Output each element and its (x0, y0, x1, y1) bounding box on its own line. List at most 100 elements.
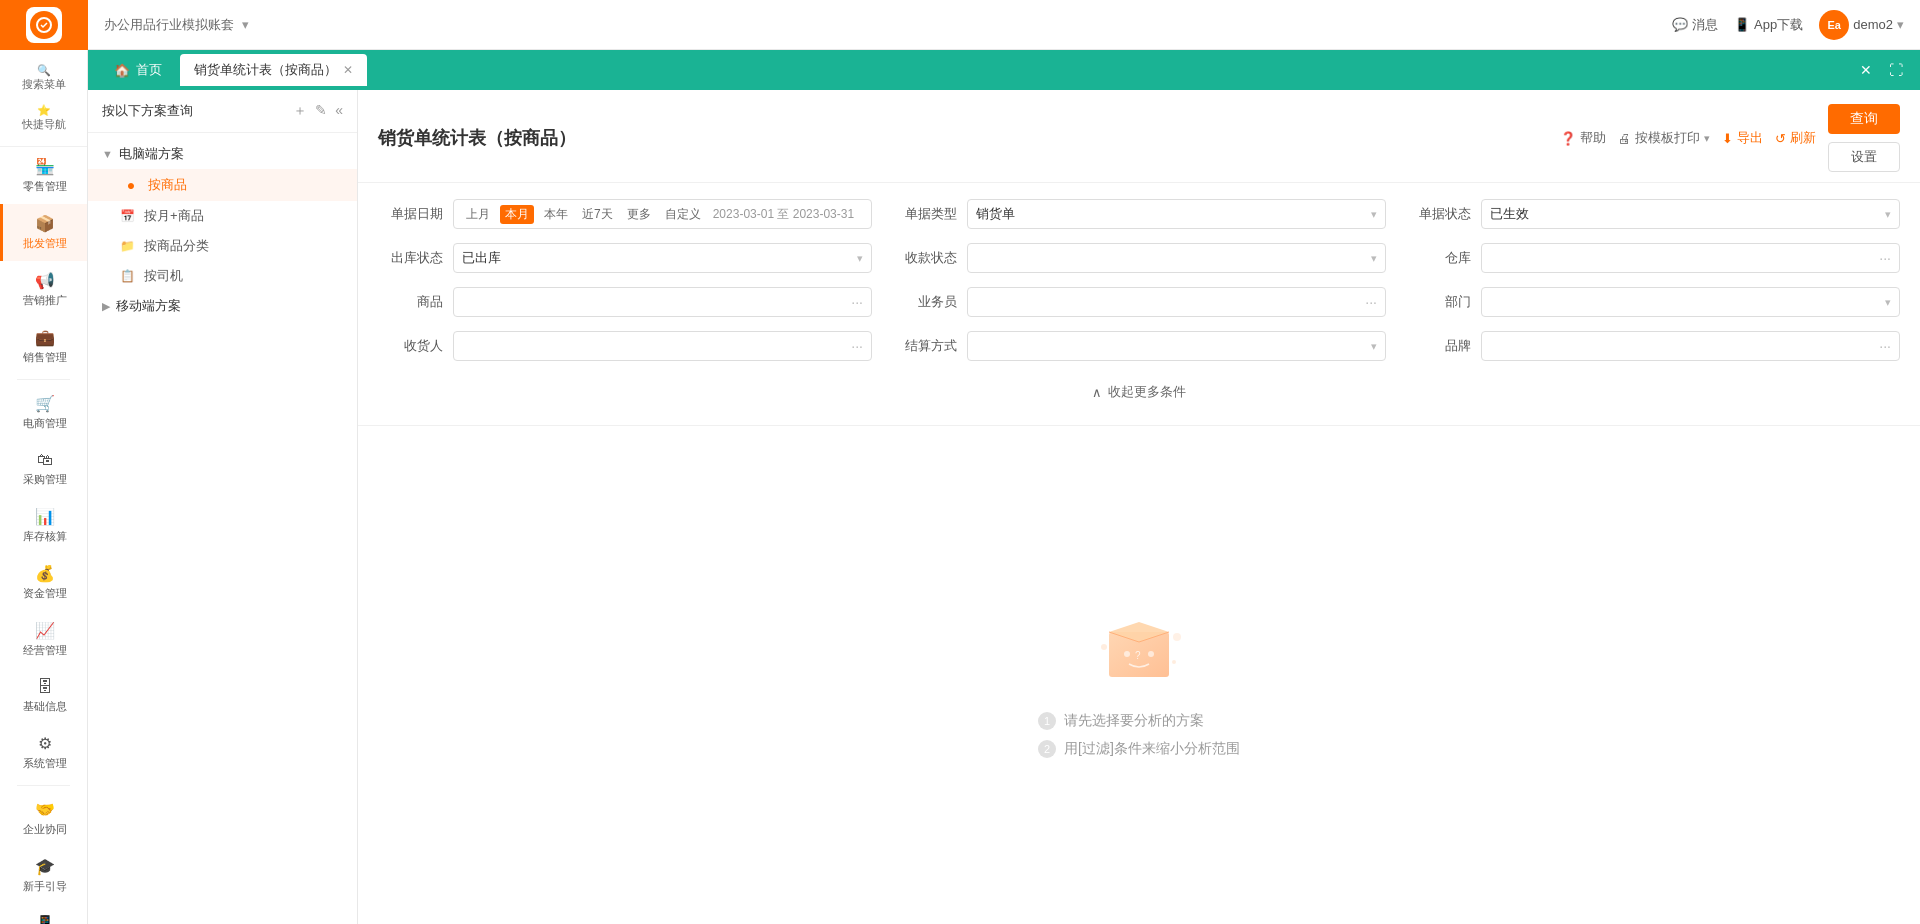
tab-close-all-btn[interactable]: ✕ (1854, 58, 1878, 82)
sidebar-item-finance[interactable]: 💰 资金管理 (0, 554, 87, 611)
filter-item-department: 部门 ▾ (1406, 287, 1900, 317)
date-tab-custom[interactable]: 自定义 (661, 205, 705, 224)
sidebar-item-inventory[interactable]: 📊 库存核算 (0, 497, 87, 554)
enterprise-label: 企业协同 (23, 822, 67, 837)
tree-item-by-month-goods[interactable]: 📅 按月+商品 (88, 201, 357, 231)
by-goods-cat-icon: 📁 (118, 239, 136, 253)
sidebar-item-ecom[interactable]: 🛒 电商管理 (0, 384, 87, 441)
desktop-scheme-group: ▼ 电脑端方案 ● 按商品 📅 按月+商品 📁 按商品分类 (88, 139, 357, 291)
delivery-value: 已出库 (462, 249, 857, 267)
tab-home[interactable]: 🏠 首页 (100, 54, 176, 86)
add-scheme-btn[interactable]: ＋ (293, 102, 307, 120)
svg-point-5 (1124, 651, 1130, 657)
collapse-chevron-icon: ∧ (1092, 385, 1102, 400)
purchase-icon: 🛍 (37, 451, 53, 469)
warehouse-dots-icon[interactable]: ··· (1879, 250, 1891, 266)
delivery-arrow-icon: ▾ (857, 252, 863, 265)
marketing-icon: 📢 (35, 271, 55, 290)
goods-control[interactable]: ··· (453, 287, 872, 317)
salesperson-control[interactable]: ··· (967, 287, 1386, 317)
sidebar-item-retail[interactable]: 🏪 零售管理 (0, 147, 87, 204)
tab-close-btn[interactable]: ✕ (343, 63, 353, 77)
brand-dots-icon[interactable]: ··· (1879, 338, 1891, 354)
sidebar: 🔍 搜索菜单 ⭐ 快捷导航 🏪 零售管理 📦 批发管理 📢 营销推广 💼 销售管… (0, 0, 88, 924)
sidebar-item-purchase[interactable]: 🛍 采购管理 (0, 441, 87, 497)
tree-item-by-goods-cat[interactable]: 📁 按商品分类 (88, 231, 357, 261)
sidebar-item-marketing[interactable]: 📢 营销推广 (0, 261, 87, 318)
print-label: 按模板打印 (1635, 129, 1700, 147)
collapse-panel-btn[interactable]: « (335, 102, 343, 120)
settlement-control[interactable]: ▾ (967, 331, 1386, 361)
export-btn[interactable]: ⬇ 导出 (1722, 129, 1763, 147)
goods-dots-icon[interactable]: ··· (851, 294, 863, 310)
star-icon: ⭐ (37, 104, 51, 117)
doctype-value: 销货单 (976, 205, 1371, 223)
delivery-label: 出库状态 (378, 249, 443, 267)
date-filter-control[interactable]: 上月 本月 本年 近7天 更多 自定义 2023-03-01 至 2023-03… (453, 199, 872, 229)
refresh-btn[interactable]: ↺ 刷新 (1775, 129, 1816, 147)
sidebar-item-system[interactable]: ⚙ 系统管理 (0, 724, 87, 781)
basic-label: 基础信息 (23, 699, 67, 714)
dropdown-icon[interactable]: ▾ (242, 17, 249, 32)
date-tab-last-month[interactable]: 上月 (462, 205, 494, 224)
sidebar-item-operation[interactable]: 📈 经营管理 (0, 611, 87, 668)
svg-point-9 (1172, 660, 1176, 664)
edit-scheme-btn[interactable]: ✎ (315, 102, 327, 120)
query-settings-group: 查询 设置 (1828, 104, 1900, 172)
quick-nav-item[interactable]: ⭐ 快捷导航 (0, 98, 87, 138)
tree-item-by-cashier[interactable]: 📋 按司机 (88, 261, 357, 291)
mobile-scheme-header[interactable]: ▶ 移动端方案 (88, 291, 357, 321)
page-title: 销货单统计表（按商品） (378, 126, 576, 150)
filter-item-goods: 商品 ··· (378, 287, 872, 317)
collapse-btn[interactable]: ∧ 收起更多条件 (378, 375, 1900, 409)
department-control[interactable]: ▾ (1481, 287, 1900, 317)
newbie-label: 新手引导 (23, 879, 67, 894)
empty-icon: ? (1089, 592, 1189, 692)
app-download-btn[interactable]: 📱 App下载 (1734, 16, 1803, 34)
print-dropdown-icon[interactable]: ▾ (1704, 132, 1710, 145)
filter-item-salesperson: 业务员 ··· (892, 287, 1386, 317)
right-content: 销货单统计表（按商品） ❓ 帮助 🖨 按模板打印 ▾ ⬇ 导出 (358, 90, 1920, 924)
industry-dropdown[interactable]: 办公用品行业模拟账套 (104, 16, 234, 34)
sidebar-item-sales[interactable]: 💼 销售管理 (0, 318, 87, 375)
topbar-left: 办公用品行业模拟账套 ▾ (104, 16, 249, 34)
settings-btn[interactable]: 设置 (1828, 142, 1900, 172)
by-cashier-icon: 📋 (118, 269, 136, 283)
left-panel-header-icons: ＋ ✎ « (293, 102, 343, 120)
sidebar-item-appcenter[interactable]: 📱 应用中心 (0, 904, 87, 924)
newbie-icon: 🎓 (35, 857, 55, 876)
sidebar-item-enterprise[interactable]: 🤝 企业协同 (0, 790, 87, 847)
message-btn[interactable]: 💬 消息 (1672, 16, 1718, 34)
date-tab-this-month[interactable]: 本月 (500, 205, 534, 224)
desktop-scheme-header[interactable]: ▼ 电脑端方案 (88, 139, 357, 169)
tab-maximize-btn[interactable]: ⛶ (1884, 58, 1908, 82)
settlement-arrow-icon: ▾ (1371, 340, 1377, 353)
collection-control[interactable]: ▾ (967, 243, 1386, 273)
filter-row-4: 收货人 ··· 结算方式 ▾ (378, 331, 1900, 361)
tree-item-by-goods[interactable]: ● 按商品 (88, 169, 357, 201)
delivery-control[interactable]: 已出库 ▾ (453, 243, 872, 273)
user-menu[interactable]: Ea demo2 ▾ (1819, 10, 1904, 40)
print-btn[interactable]: 🖨 按模板打印 ▾ (1618, 129, 1710, 147)
sidebar-item-basic[interactable]: 🗄 基础信息 (0, 668, 87, 724)
sidebar-item-wholesale[interactable]: 📦 批发管理 (0, 204, 87, 261)
warehouse-control[interactable]: ··· (1481, 243, 1900, 273)
recipient-control[interactable]: ··· (453, 331, 872, 361)
date-tab-this-year[interactable]: 本年 (540, 205, 572, 224)
date-tab-7days[interactable]: 近7天 (578, 205, 617, 224)
docstatus-control[interactable]: 已生效 ▾ (1481, 199, 1900, 229)
query-btn[interactable]: 查询 (1828, 104, 1900, 134)
search-menu-item[interactable]: 🔍 搜索菜单 (0, 58, 87, 98)
help-btn[interactable]: ❓ 帮助 (1560, 129, 1606, 147)
recipient-dots-icon[interactable]: ··· (851, 338, 863, 354)
date-tab-more[interactable]: 更多 (623, 205, 655, 224)
inventory-label: 库存核算 (23, 529, 67, 544)
collection-label: 收款状态 (892, 249, 957, 267)
tab-sales-stats[interactable]: 销货单统计表（按商品） ✕ (180, 54, 367, 86)
salesperson-dots-icon[interactable]: ··· (1365, 294, 1377, 310)
search-icon: 🔍 (37, 64, 51, 77)
logo-icon (26, 7, 62, 43)
brand-control[interactable]: ··· (1481, 331, 1900, 361)
sidebar-item-newbie[interactable]: 🎓 新手引导 (0, 847, 87, 904)
doctype-control[interactable]: 销货单 ▾ (967, 199, 1386, 229)
